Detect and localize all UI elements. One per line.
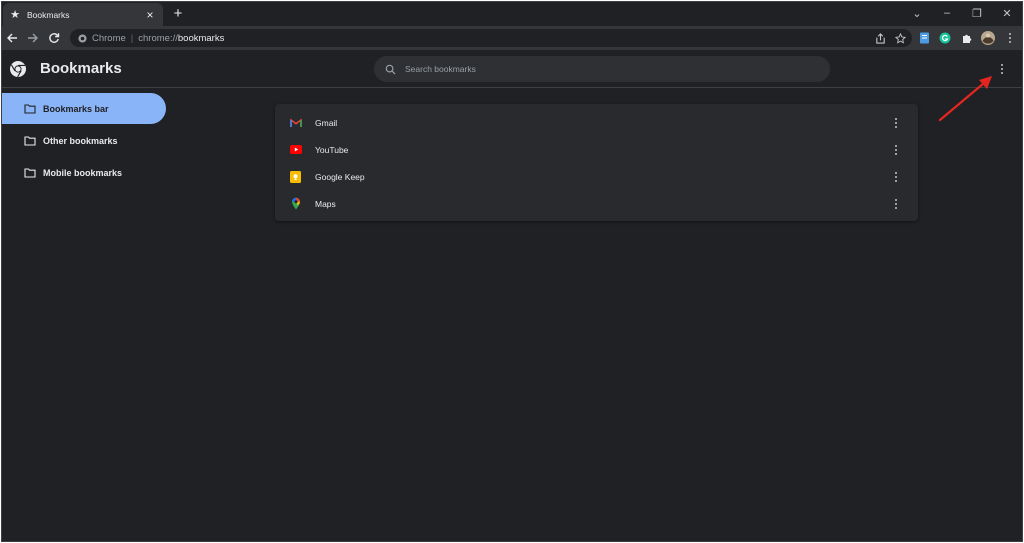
forward-button[interactable] [24, 29, 42, 47]
url-path: bookmarks [177, 32, 225, 44]
menu-dot [895, 117, 897, 120]
list-item[interactable]: Google Keep [275, 163, 918, 190]
youtube-icon [289, 143, 302, 156]
list-item[interactable]: Maps [275, 190, 918, 217]
back-arrow-icon [7, 33, 17, 43]
more-actions-icon[interactable] [890, 197, 902, 211]
chrome-logo-icon [9, 60, 27, 78]
omnibox-chip: Chrome [92, 32, 126, 44]
profile-avatar[interactable] [980, 30, 996, 46]
tab-search-button[interactable]: ⌄ [902, 2, 932, 24]
menu-dot [895, 171, 897, 174]
menu-dot [895, 198, 897, 201]
omnibox-separator: | [130, 32, 134, 44]
sidebar-item-label: Bookmarks bar [43, 103, 109, 114]
list-item[interactable]: YouTube [275, 136, 918, 163]
menu-dot [895, 148, 897, 151]
tab-bookmarks[interactable]: ★ Bookmarks × [3, 3, 163, 26]
folder-icon [24, 103, 36, 114]
chrome-site-icon [77, 33, 87, 43]
address-bar[interactable]: Chrome | chrome:// bookmarks [70, 29, 912, 47]
page-title: Bookmarks [40, 60, 122, 77]
share-icon[interactable] [874, 32, 886, 44]
chrome-menu-icon[interactable] [1002, 30, 1018, 46]
bookmark-title: Gmail [315, 117, 338, 128]
menu-dot [895, 152, 897, 155]
search-input[interactable] [405, 64, 805, 74]
close-window-button[interactable]: ✕ [992, 2, 1022, 24]
menu-dot [1001, 64, 1003, 66]
menu-dot [895, 206, 897, 209]
grammarly-icon[interactable] [937, 30, 953, 46]
reading-extension-icon[interactable] [916, 30, 932, 46]
menu-dot [895, 144, 897, 147]
sidebar-item-mobile-bookmarks[interactable]: Mobile bookmarks [2, 157, 166, 188]
star-icon: ★ [10, 9, 20, 21]
window-controls: ⌄ – ❐ ✕ [902, 2, 1022, 26]
list-item[interactable]: Gmail [275, 109, 918, 136]
back-button[interactable] [3, 29, 21, 47]
bookmark-list: Gmail YouTube Google Keep Maps [275, 104, 918, 221]
maps-icon [289, 197, 302, 210]
bookmark-title: Google Keep [315, 171, 365, 182]
folder-icon [24, 167, 36, 178]
forward-arrow-icon [28, 33, 38, 43]
bookmark-title: YouTube [315, 144, 349, 155]
new-tab-button[interactable]: + [169, 5, 187, 23]
browser-window: ★ Bookmarks × + ⌄ – ❐ ✕ Chrome | chrome:… [1, 1, 1023, 542]
sidebar-item-other-bookmarks[interactable]: Other bookmarks [2, 125, 166, 156]
omnibox-actions [874, 29, 906, 47]
tab-strip: ★ Bookmarks × + ⌄ – ❐ ✕ [2, 2, 1022, 26]
more-actions-icon[interactable] [890, 116, 902, 130]
google-keep-icon [289, 170, 302, 183]
menu-dot [895, 202, 897, 205]
menu-dot [895, 179, 897, 182]
bookmark-star-icon[interactable] [894, 32, 906, 44]
reload-icon [49, 33, 60, 43]
annotation-arrow [938, 76, 992, 122]
search-bookmarks-box[interactable] [374, 56, 830, 82]
bookmarks-header: Bookmarks [2, 50, 1022, 88]
menu-dot [1009, 41, 1011, 43]
tab-title: Bookmarks [27, 9, 70, 20]
gmail-icon [289, 116, 302, 129]
sidebar-item-label: Mobile bookmarks [43, 167, 123, 178]
more-actions-icon[interactable] [890, 143, 902, 157]
menu-dot [895, 121, 897, 124]
folder-icon [24, 135, 36, 146]
sidebar-item-bookmarks-bar[interactable]: Bookmarks bar [2, 93, 166, 124]
minimize-button[interactable]: – [932, 2, 962, 24]
menu-dot [1009, 37, 1011, 39]
menu-dot [895, 125, 897, 128]
browser-toolbar: Chrome | chrome:// bookmarks [2, 26, 1022, 50]
tab-close-button[interactable]: × [143, 8, 157, 22]
bookmark-title: Maps [315, 198, 336, 209]
menu-dot [1009, 33, 1011, 35]
extensions-puzzle-icon[interactable] [959, 30, 975, 46]
search-icon [384, 63, 396, 75]
menu-dot [895, 175, 897, 178]
more-actions-icon[interactable] [890, 170, 902, 184]
sidebar-item-label: Other bookmarks [43, 135, 118, 146]
reload-button[interactable] [45, 29, 63, 47]
restore-button[interactable]: ❐ [962, 2, 992, 24]
url-scheme: chrome:// [138, 32, 178, 44]
